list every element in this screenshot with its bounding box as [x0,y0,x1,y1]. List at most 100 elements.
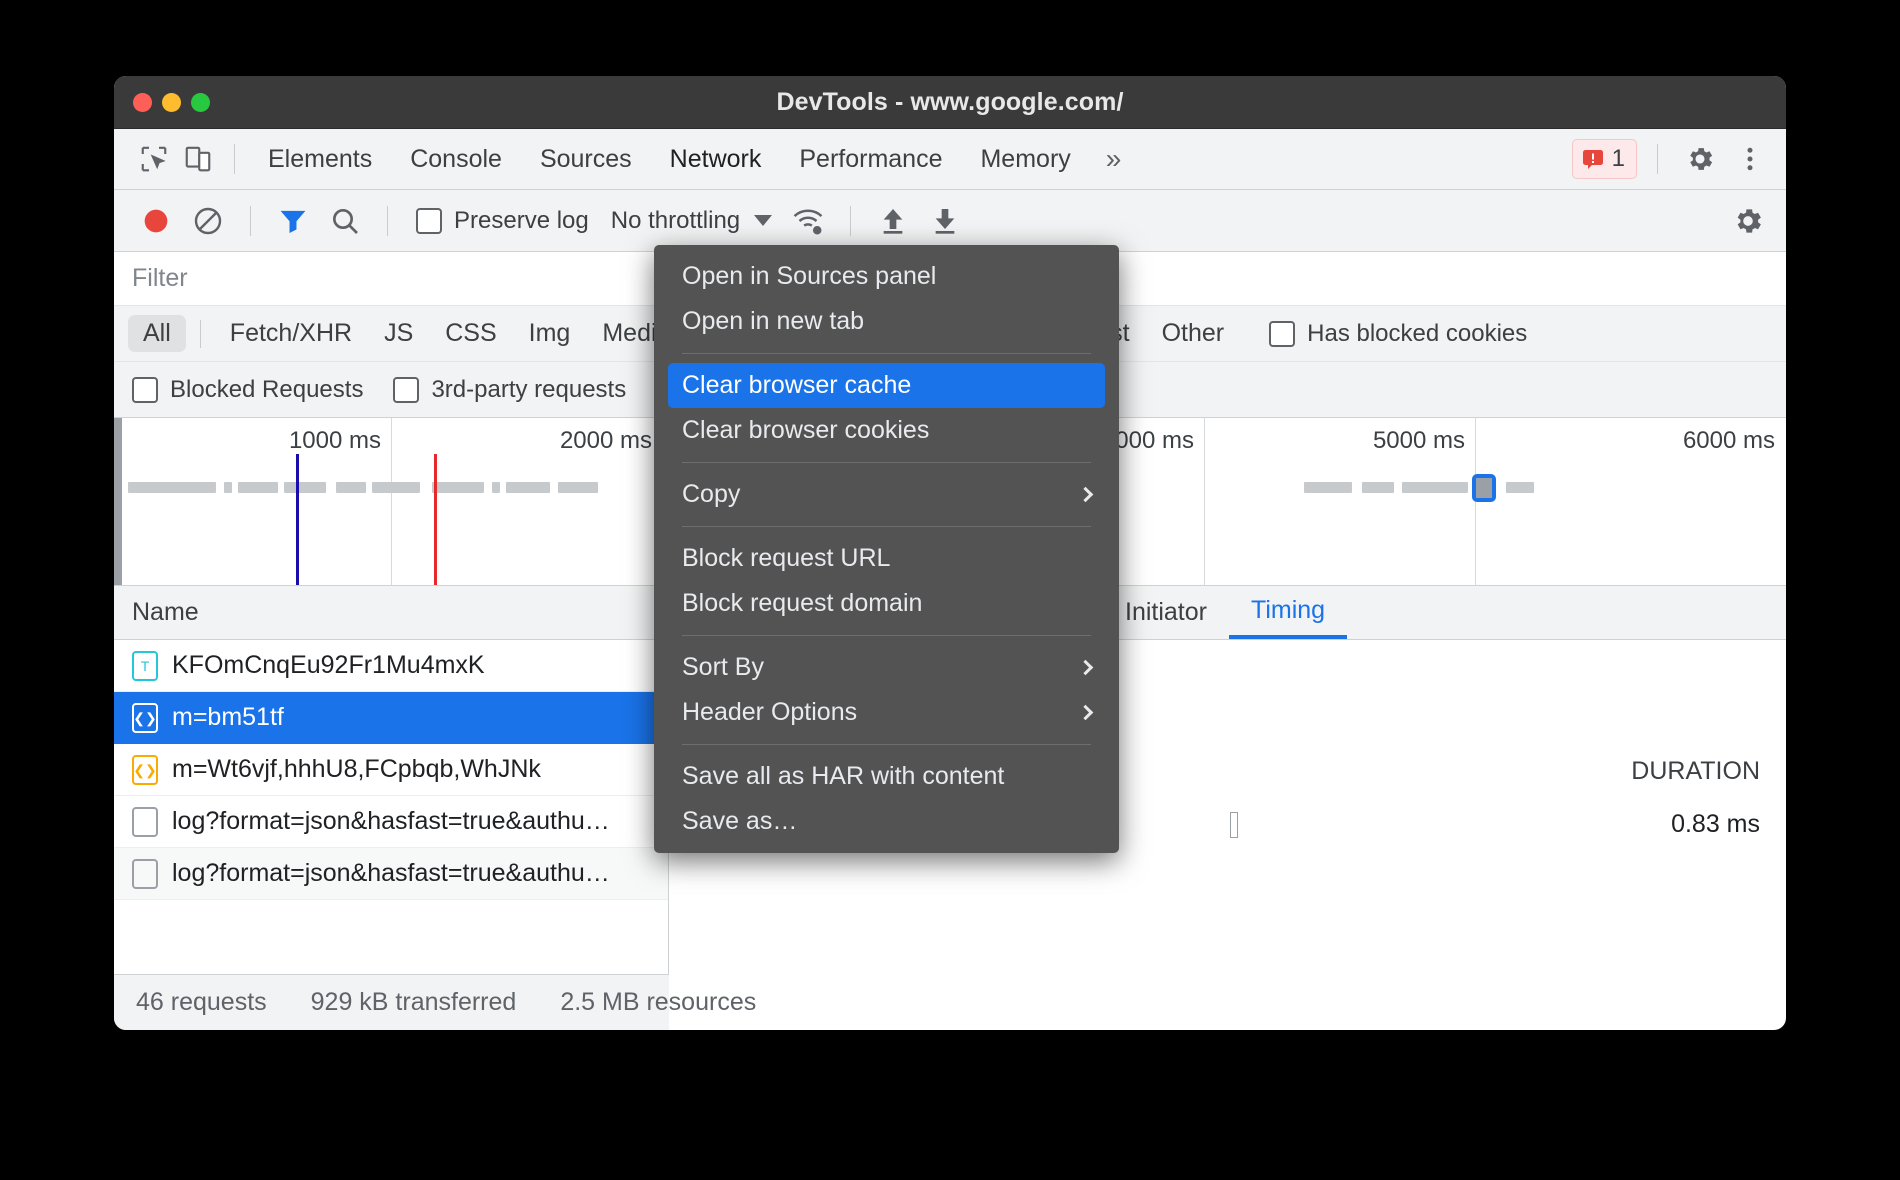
menu-item-sort-by[interactable]: Sort By [654,645,1119,690]
font-file-icon: T [132,651,158,681]
warning-badge[interactable]: 1 [1572,139,1637,179]
wifi-throttle-icon[interactable] [784,197,832,245]
menu-item-block-request-domain[interactable]: Block request domain [654,581,1119,626]
throttling-value: No throttling [611,207,740,235]
has-blocked-cookies-box[interactable] [1269,321,1295,347]
menu-item-save-all-as-har[interactable]: Save all as HAR with content [654,754,1119,799]
more-options-icon[interactable] [1728,137,1772,181]
warning-count: 1 [1612,145,1625,173]
blocked-requests-checkbox[interactable]: Blocked Requests [132,376,363,404]
filter-toggle-icon[interactable] [269,197,317,245]
script-file-icon: ❮❯ [132,755,158,785]
type-filter-all[interactable]: All [128,315,186,352]
import-har-icon[interactable] [869,197,917,245]
blocked-requests-box[interactable] [132,377,158,403]
timing-bar [1230,812,1238,838]
preserve-log-box[interactable] [416,208,442,234]
close-window-button[interactable] [133,93,152,112]
column-header-name[interactable]: Name [114,586,668,640]
toolbar-right-group: 1 [1572,137,1772,181]
overview-tick-1000: 1000 ms [289,427,381,455]
generic-file-icon [132,859,158,889]
menu-item-clear-browser-cookies[interactable]: Clear browser cookies [654,408,1119,453]
menu-item-copy[interactable]: Copy [654,472,1119,517]
type-filter-js[interactable]: JS [369,315,428,352]
menu-item-save-as[interactable]: Save as… [654,799,1119,844]
third-party-requests-box[interactable] [393,377,419,403]
script-file-icon: ❮❯ [132,703,158,733]
status-transferred: 929 kB transferred [289,988,539,1017]
more-tabs-icon[interactable]: » [1090,129,1138,189]
network-context-menu[interactable]: Open in Sources panel Open in new tab Cl… [654,245,1119,853]
inspect-element-icon[interactable] [132,137,176,181]
menu-item-open-in-sources-panel[interactable]: Open in Sources panel [654,254,1119,299]
blocked-requests-label: Blocked Requests [170,376,363,404]
tab-timing[interactable]: Timing [1229,586,1347,639]
traffic-lights [114,93,210,112]
preserve-log-checkbox[interactable]: Preserve log [406,207,599,235]
table-row[interactable]: T KFOmCnqEu92Fr1Mu4mxK [114,640,668,692]
table-row[interactable]: log?format=json&hasfast=true&authu… [114,796,668,848]
tab-elements[interactable]: Elements [249,129,391,189]
minimize-window-button[interactable] [162,93,181,112]
request-name: log?format=json&hasfast=true&authu… [172,859,610,888]
table-row[interactable]: ❮❯ m=bm51tf [114,692,668,744]
chevron-right-icon [1078,705,1094,721]
overview-selected-request[interactable] [1476,478,1492,498]
menu-item-header-options[interactable]: Header Options [654,690,1119,735]
overview-tick-2000: 2000 ms [560,427,652,455]
status-requests: 46 requests [132,988,289,1017]
throttling-dropdown[interactable]: No throttling [603,207,780,235]
overview-gutter [114,418,122,585]
overview-tick-5000: 5000 ms [1373,427,1465,455]
network-settings-gear-icon[interactable] [1724,197,1772,245]
maximize-window-button[interactable] [191,93,210,112]
tab-memory[interactable]: Memory [961,129,1089,189]
record-button[interactable] [132,197,180,245]
type-filter-img[interactable]: Img [514,315,586,352]
load-event-marker [434,454,437,585]
dom-content-loaded-marker [296,454,299,585]
overview-segment-5000: 5000 ms [1205,418,1476,585]
overview-segment-1000: 1000 ms [122,418,392,585]
menu-item-block-request-url[interactable]: Block request URL [654,536,1119,581]
menu-item-copy-label: Copy [682,480,740,509]
menu-separator [682,635,1091,636]
preserve-log-label: Preserve log [454,207,589,235]
menu-separator [682,462,1091,463]
tab-sources[interactable]: Sources [521,129,651,189]
request-name: m=Wt6vjf,hhhU8,FCpbqb,WhJNk [172,755,541,784]
type-filter-other[interactable]: Other [1147,315,1240,352]
has-blocked-cookies-label: Has blocked cookies [1307,320,1527,348]
tab-initiator[interactable]: Initiator [1103,586,1229,639]
request-name: log?format=json&hasfast=true&authu… [172,807,610,836]
table-row[interactable]: ❮❯ m=Wt6vjf,hhhU8,FCpbqb,WhJNk [114,744,668,796]
export-har-icon[interactable] [921,197,969,245]
tab-console[interactable]: Console [391,129,521,189]
settings-gear-icon[interactable] [1678,137,1722,181]
devtools-panel-tabbar: Elements Console Sources Network Perform… [114,129,1786,190]
menu-item-sort-by-label: Sort By [682,653,764,682]
table-row[interactable]: log?format=json&hasfast=true&authu… [114,848,668,900]
request-list[interactable]: T KFOmCnqEu92Fr1Mu4mxK ❮❯ m=bm51tf ❮❯ m=… [114,640,668,996]
window-title-bar: DevTools - www.google.com/ [114,76,1786,129]
menu-item-clear-browser-cache[interactable]: Clear browser cache [668,363,1105,408]
type-filter-divider [200,320,201,348]
chevron-right-icon [1078,660,1094,676]
tab-network[interactable]: Network [651,129,781,189]
clear-button[interactable] [184,197,232,245]
request-name: m=bm51tf [172,703,284,732]
has-blocked-cookies-checkbox[interactable]: Has blocked cookies [1259,320,1537,348]
type-filter-fetch-xhr[interactable]: Fetch/XHR [215,315,367,352]
devtools-window: DevTools - www.google.com/ Elements Cons… [114,76,1786,1030]
tab-performance[interactable]: Performance [780,129,961,189]
menu-item-open-in-new-tab[interactable]: Open in new tab [654,299,1119,344]
timing-duration-header: DURATION [1452,757,1761,786]
third-party-requests-checkbox[interactable]: 3rd-party requests [393,376,626,404]
network-toolbar-divider-3 [850,206,851,236]
type-filter-css[interactable]: CSS [430,315,511,352]
chevron-down-icon [754,215,772,226]
search-icon[interactable] [321,197,369,245]
request-list-pane: Name T KFOmCnqEu92Fr1Mu4mxK ❮❯ m=bm51tf … [114,586,669,996]
device-toolbar-icon[interactable] [176,137,220,181]
